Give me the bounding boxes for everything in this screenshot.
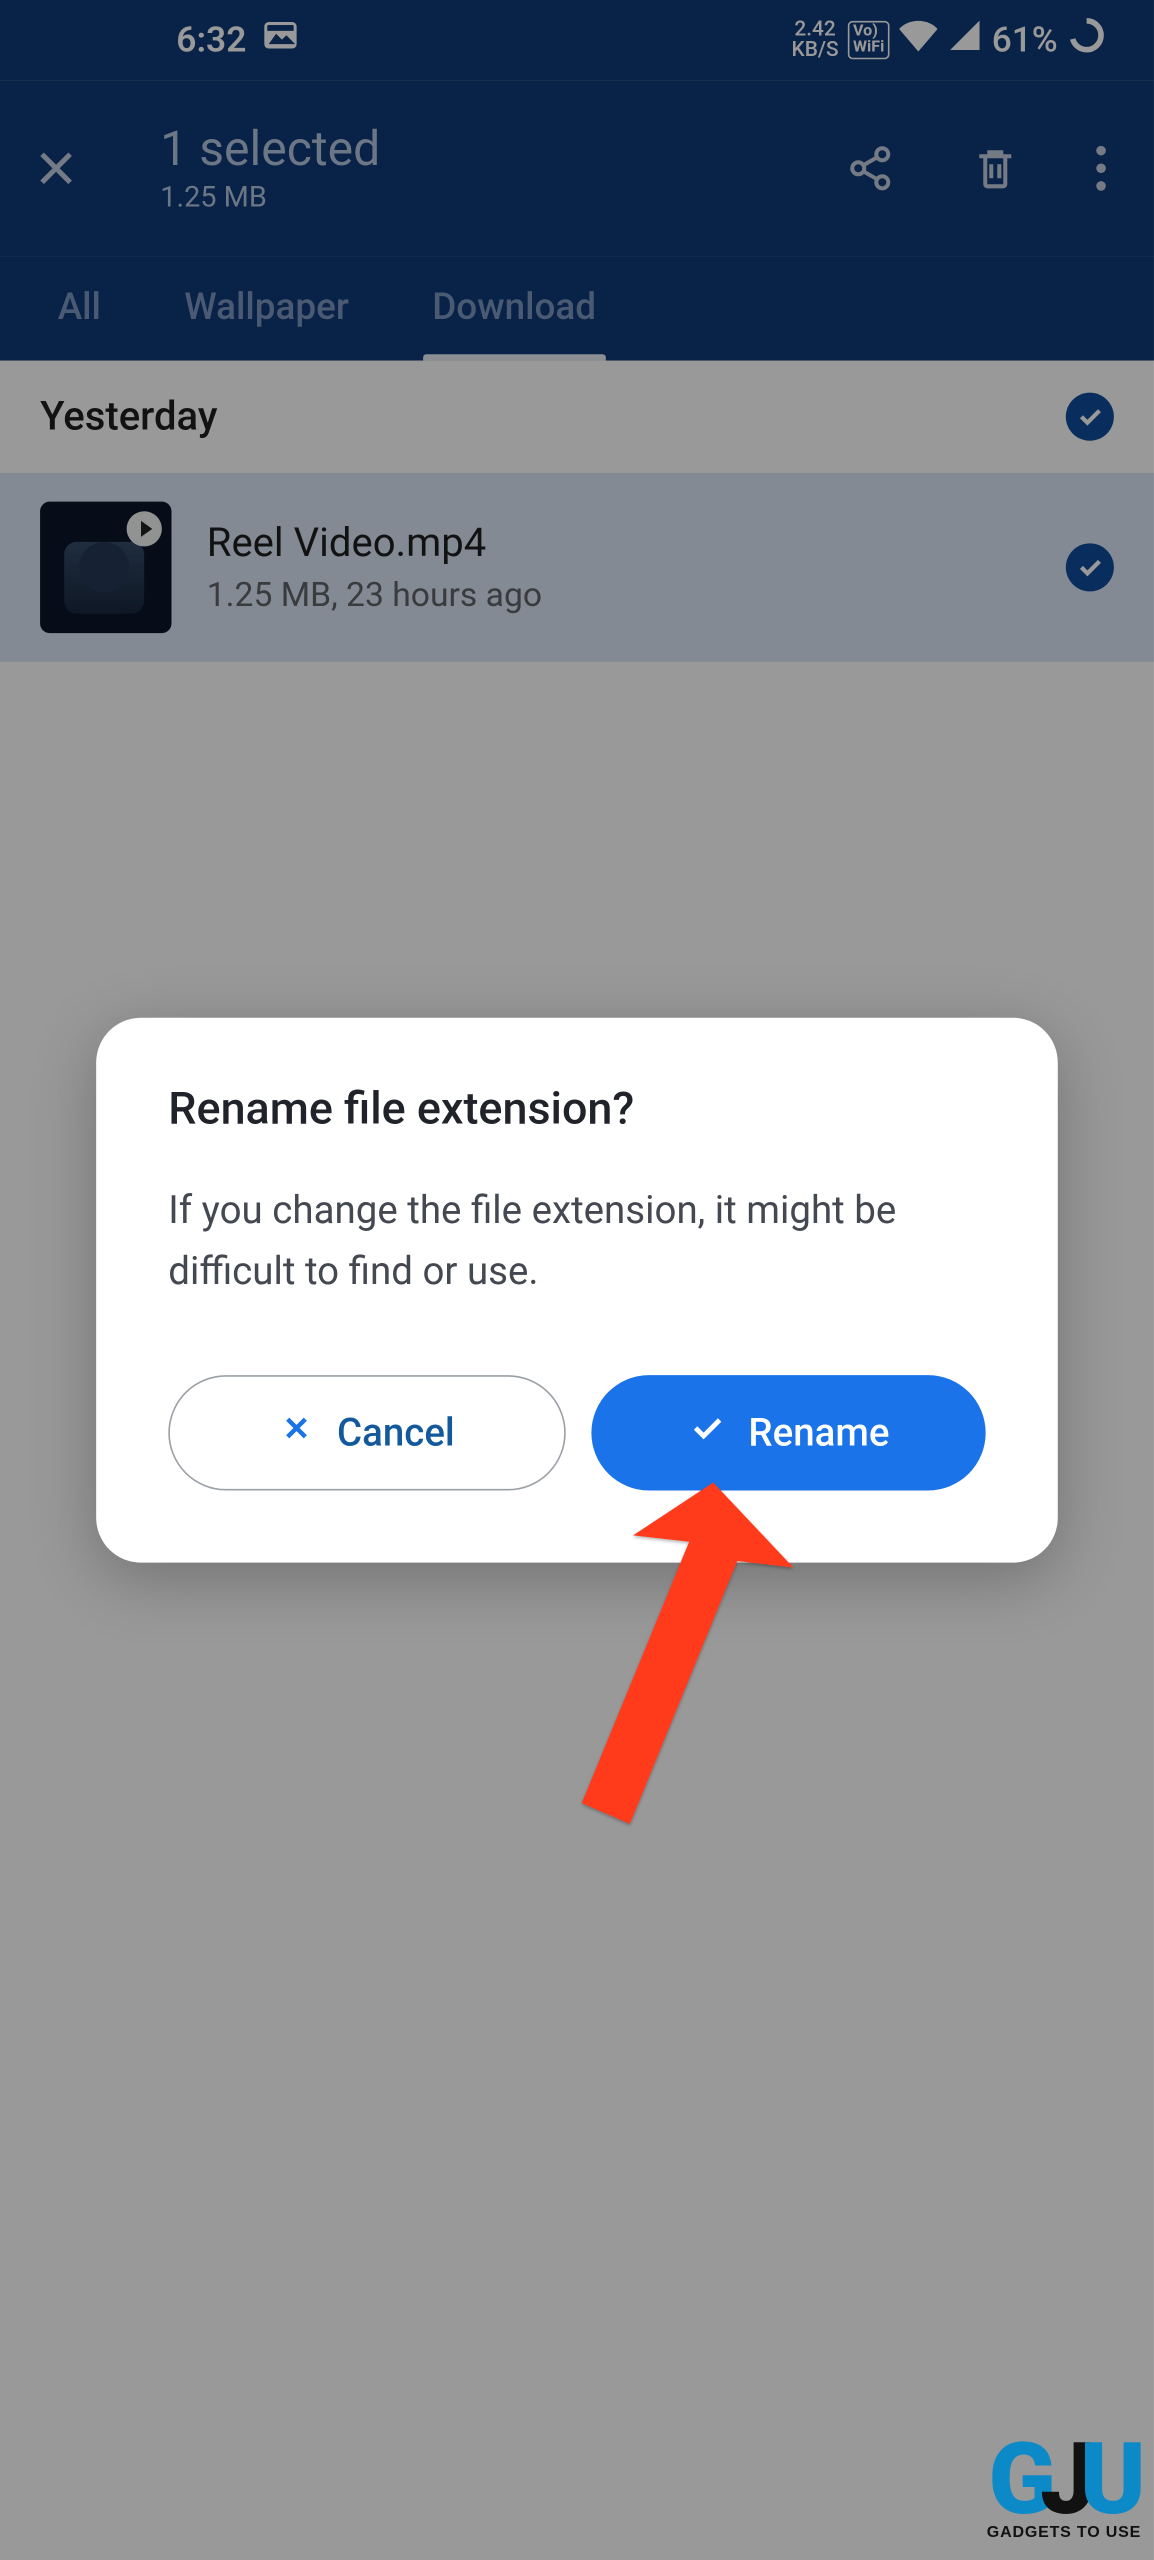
cancel-label: Cancel bbox=[337, 1410, 455, 1455]
rename-extension-dialog: Rename file extension? If you change the… bbox=[96, 1018, 1058, 1563]
check-icon bbox=[688, 1408, 726, 1456]
watermark-text: GADGETS TO USE bbox=[987, 2524, 1141, 2542]
screen: 6:32 2.42 KB/S Vo) WiFi bbox=[0, 0, 1154, 2560]
close-icon bbox=[279, 1410, 314, 1455]
cancel-button[interactable]: Cancel bbox=[168, 1375, 565, 1490]
watermark-logo: GJU bbox=[988, 2440, 1139, 2524]
dialog-message: If you change the file extension, it mig… bbox=[168, 1180, 985, 1303]
dialog-title: Rename file extension? bbox=[168, 1082, 985, 1135]
rename-label: Rename bbox=[748, 1410, 889, 1455]
watermark: GJU GADGETS TO USE bbox=[987, 2440, 1141, 2542]
rename-button[interactable]: Rename bbox=[591, 1375, 985, 1490]
